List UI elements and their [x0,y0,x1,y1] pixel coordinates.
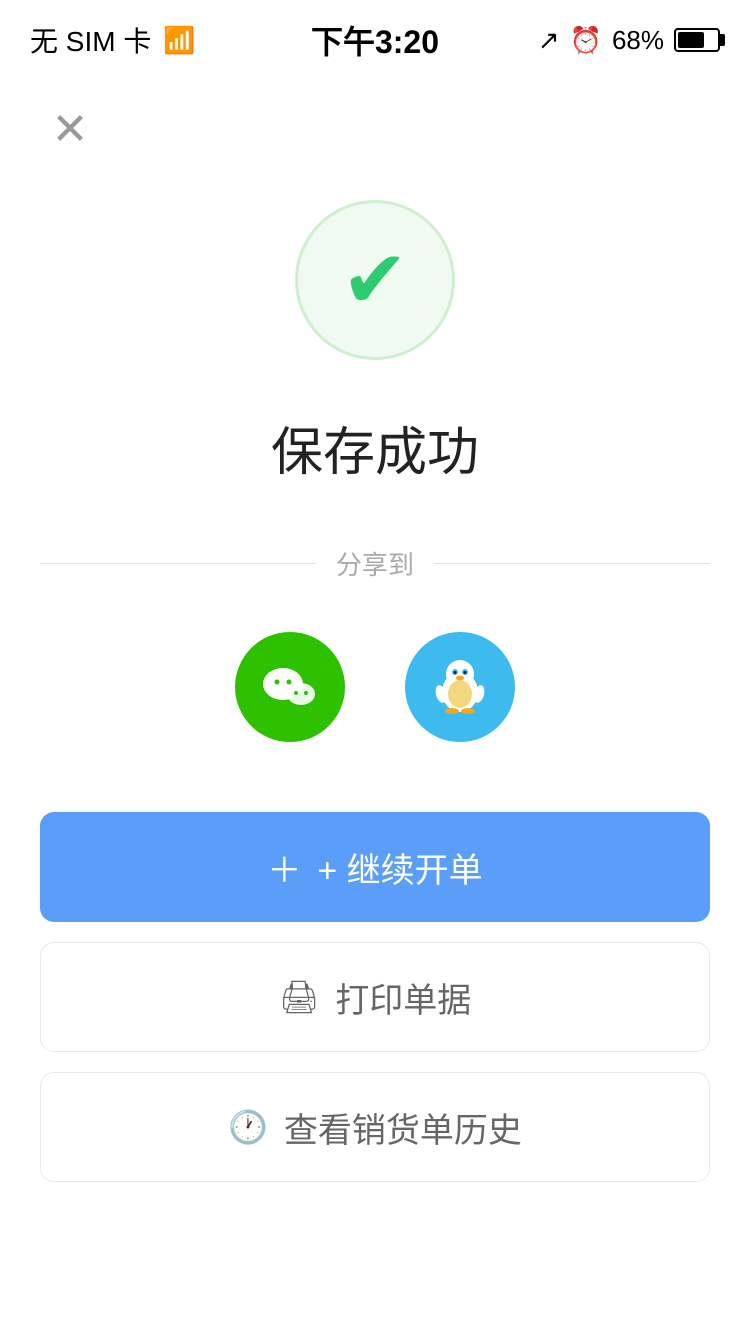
success-title: 保存成功 [271,410,479,485]
share-divider: 分享到 [40,545,710,582]
print-button[interactable]: 🖨 打印单据 [40,942,710,1052]
qq-icon [425,652,495,722]
history-icon: 🕐 [228,1108,268,1146]
battery-fill [678,32,704,48]
main-content: ✕ ✔ 保存成功 分享到 [0,80,750,1182]
divider-line-left [40,563,316,564]
alarm-icon: ⏰ [570,25,602,56]
checkmark-icon: ✔ [341,240,408,320]
wifi-icon: 📶 [163,25,195,56]
battery-percent: 68% [612,25,664,56]
divider-line-right [434,563,710,564]
status-left: 无 SIM 卡 📶 [30,20,196,60]
continue-label: + 继续开单 [317,843,482,892]
wechat-share-button[interactable] [235,632,345,742]
battery-bar [674,28,720,52]
close-button-wrapper: ✕ [40,80,710,200]
continue-button[interactable]: ＋ + 继续开单 [40,812,710,922]
action-buttons: ＋ + 继续开单 🖨 打印单据 🕐 查看销货单历史 [40,812,710,1182]
continue-icon: ＋ [267,843,301,892]
sim-label: 无 SIM 卡 [30,20,151,60]
location-icon: ↗ [538,25,560,56]
qq-share-button[interactable] [405,632,515,742]
print-label: 打印单据 [335,973,471,1022]
status-time: 下午3:20 [311,17,439,63]
close-button[interactable]: ✕ [40,100,100,160]
close-icon: ✕ [52,108,89,152]
print-icon: 🖨 [279,978,320,1016]
history-label: 查看销货单历史 [284,1103,522,1152]
wechat-icon [255,652,325,722]
history-button[interactable]: 🕐 查看销货单历史 [40,1072,710,1182]
status-right: ↗ ⏰ 68% [538,25,720,56]
status-bar: 无 SIM 卡 📶 下午3:20 ↗ ⏰ 68% [0,0,750,80]
share-icons [235,632,515,742]
share-label: 分享到 [336,545,414,582]
success-circle: ✔ [295,200,455,360]
